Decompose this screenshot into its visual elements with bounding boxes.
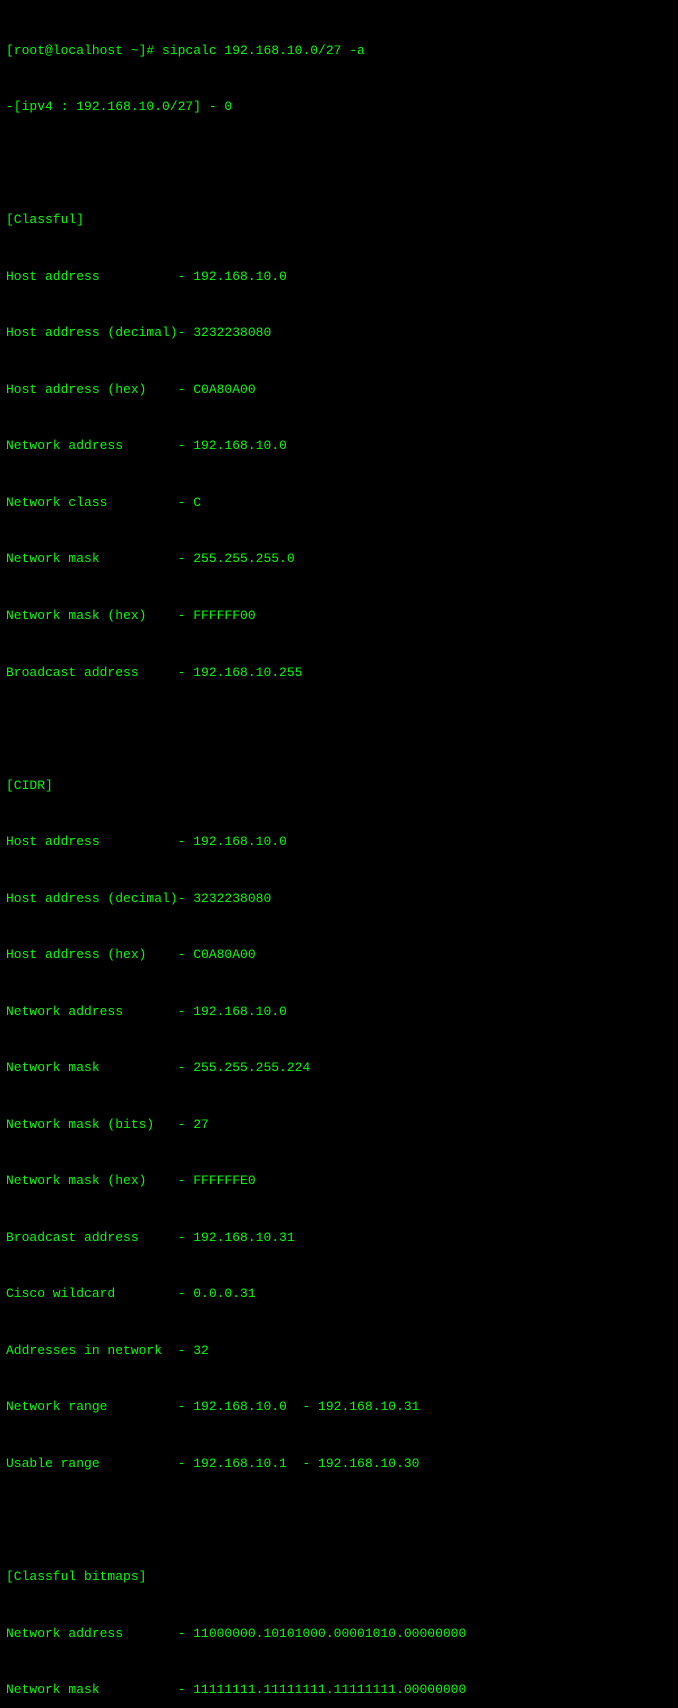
classful-line-4: Network class - C — [6, 494, 672, 513]
cidr-line-7: Broadcast address - 192.168.10.31 — [6, 1229, 672, 1248]
cidr-line-11: Usable range - 192.168.10.1 - 192.168.10… — [6, 1455, 672, 1474]
cidr-line-4: Network mask - 255.255.255.224 — [6, 1059, 672, 1078]
classful-bitmaps-header: [Classful bitmaps] — [6, 1568, 672, 1587]
classful-line-7: Broadcast address - 192.168.10.255 — [6, 664, 672, 683]
blank2 — [6, 720, 672, 739]
cidr-line-2: Host address (hex) - C0A80A00 — [6, 946, 672, 965]
classful-line-0: Host address - 192.168.10.0 — [6, 268, 672, 287]
cidr-line-1: Host address (decimal)- 3232238080 — [6, 890, 672, 909]
ipv4-line: -[ipv4 : 192.168.10.0/27] - 0 — [6, 98, 672, 117]
classful-line-1: Host address (decimal)- 3232238080 — [6, 324, 672, 343]
blank3 — [6, 1512, 672, 1531]
cidr-line-9: Addresses in network - 32 — [6, 1342, 672, 1361]
cidr-header: [CIDR] — [6, 777, 672, 796]
classful-line-6: Network mask (hex) - FFFFFF00 — [6, 607, 672, 626]
classful-line-3: Network address - 192.168.10.0 — [6, 437, 672, 456]
cidr-line-6: Network mask (hex) - FFFFFFE0 — [6, 1172, 672, 1191]
classful-line-2: Host address (hex) - C0A80A00 — [6, 381, 672, 400]
cidr-line-3: Network address - 192.168.10.0 — [6, 1003, 672, 1022]
classful-header: [Classful] — [6, 211, 672, 230]
cidr-line-8: Cisco wildcard - 0.0.0.31 — [6, 1285, 672, 1304]
cidr-line-10: Network range - 192.168.10.0 - 192.168.1… — [6, 1398, 672, 1417]
cidr-line-5: Network mask (bits) - 27 — [6, 1116, 672, 1135]
cb-line-0: Network address - 11000000.10101000.0000… — [6, 1625, 672, 1644]
cb-line-1: Network mask - 11111111.11111111.1111111… — [6, 1681, 672, 1700]
classful-line-5: Network mask - 255.255.255.0 — [6, 550, 672, 569]
cidr-line-0: Host address - 192.168.10.0 — [6, 833, 672, 852]
prompt-line: [root@localhost ~]# sipcalc 192.168.10.0… — [6, 42, 672, 61]
terminal: [root@localhost ~]# sipcalc 192.168.10.0… — [6, 4, 672, 1708]
blank1 — [6, 155, 672, 174]
